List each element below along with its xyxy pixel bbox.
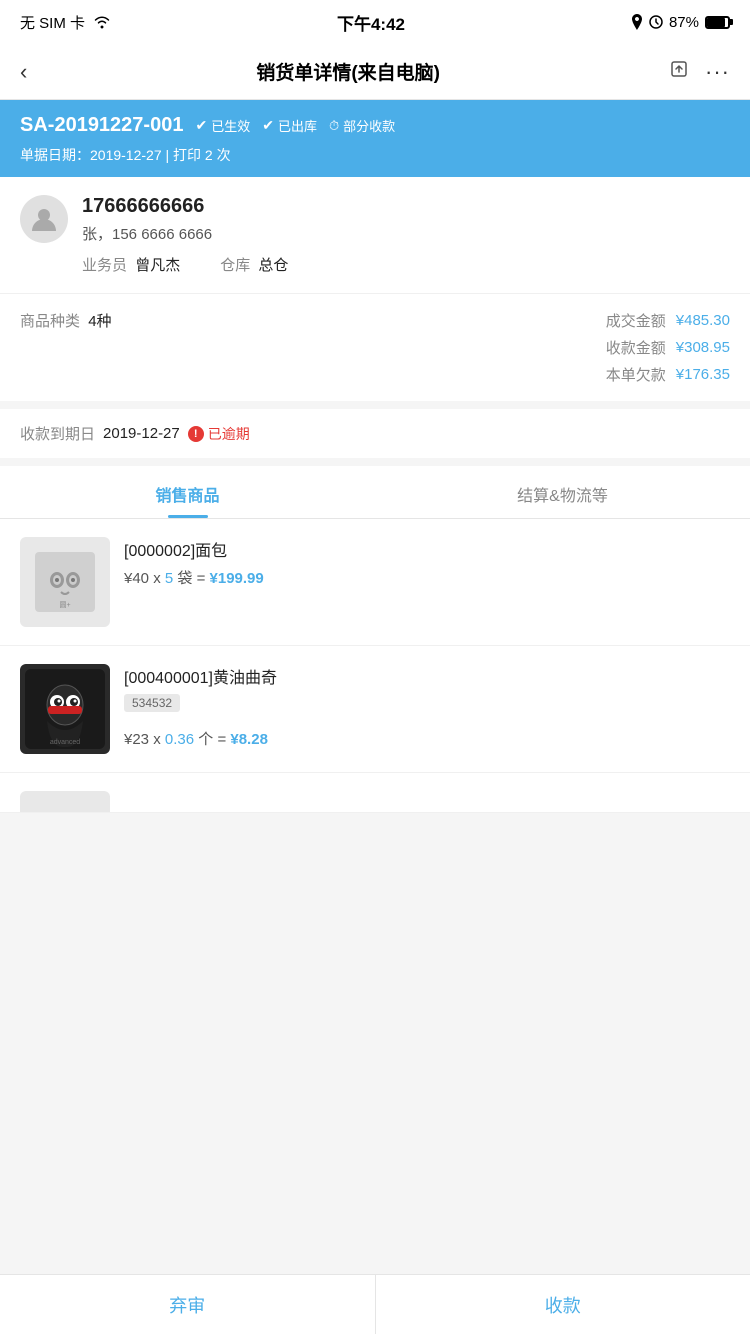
product-sku: 534532 [124, 694, 180, 712]
product-price-1: ¥40 x 5 袋 = ¥199.99 [124, 567, 730, 588]
more-icon[interactable]: ··· [705, 59, 730, 85]
bottom-bar: 弃审 收款 [0, 1274, 750, 1334]
status-bar: 无 SIM 卡 下午4:42 87% [0, 0, 750, 44]
product-details-1: [0000002]面包 ¥40 x 5 袋 = ¥199.99 [124, 537, 730, 588]
battery-icon [705, 16, 730, 29]
warehouse-meta: 仓库 总仓 [220, 254, 288, 275]
product-item: advanced [000400001]黄油曲奇 534532 ¥23 x 0.… [0, 646, 750, 773]
nav-right: ··· [669, 59, 730, 85]
overdue-dot-icon: ! [188, 426, 204, 442]
status-left: 无 SIM 卡 [20, 12, 111, 33]
status-right: 87% [631, 14, 730, 31]
customer-meta: 业务员 曾凡杰 仓库 总仓 [82, 254, 730, 275]
carrier-label: 无 SIM 卡 [20, 12, 85, 33]
product-price-2: ¥23 x 0.36 个 = ¥8.28 [124, 728, 730, 749]
product-item: 圆+ [0000002]面包 ¥40 x 5 袋 = ¥199.99 [0, 519, 750, 646]
debt-amount-row: 本单欠款 ¥176.35 [606, 364, 730, 385]
nav-left: ‹ [20, 59, 27, 85]
customer-info: 17666666666 张，156 6666 6666 业务员 曾凡杰 仓库 总… [82, 195, 730, 275]
sales-meta: 业务员 曾凡杰 [82, 254, 180, 275]
product-name-2: [000400001]黄油曲奇 [124, 664, 730, 688]
amount-summary: 成交金额 ¥485.30 收款金额 ¥308.95 本单欠款 ¥176.35 [606, 310, 730, 385]
tab-settlement[interactable]: 结算&物流等 [375, 466, 750, 518]
product-item [0, 773, 750, 813]
product-thumb-1: 圆+ [20, 537, 110, 627]
overdue-badge: ! 已逾期 [188, 424, 250, 444]
banner-date: 单据日期：2019-12-27 | 打印 2 次 [20, 145, 730, 165]
cancel-button[interactable]: 弃审 [0, 1275, 376, 1334]
product-list: 圆+ [0000002]面包 ¥40 x 5 袋 = ¥199.99 [0, 519, 750, 813]
badge-partial: ⏱ 部分收款 [329, 116, 395, 135]
customer-avatar [20, 195, 68, 243]
header-banner: SA-20191227-001 ✔ 已生效 ✔ 已出库 ⏱ 部分收款 单据日期：… [0, 100, 750, 177]
deal-amount-row: 成交金额 ¥485.30 [606, 310, 730, 331]
wifi-icon [93, 15, 111, 29]
nav-bar: ‹ 销货单详情(来自电脑) ··· [0, 44, 750, 100]
order-id: SA-20191227-001 [20, 114, 183, 137]
product-name-1: [0000002]面包 [124, 537, 730, 561]
badge-shipped: ✔ 已出库 [262, 116, 317, 135]
due-section: 收款到期日 2019-12-27 ! 已逾期 [0, 409, 750, 466]
svg-text:advanced: advanced [50, 739, 80, 746]
back-button[interactable]: ‹ [20, 59, 27, 85]
battery-label: 87% [669, 14, 699, 31]
clock-icon [649, 15, 663, 29]
check-icon-1: ✔ [195, 117, 207, 134]
svg-text:圆+: 圆+ [59, 601, 70, 609]
tab-products[interactable]: 销售商品 [0, 466, 375, 518]
customer-section: 17666666666 张，156 6666 6666 业务员 曾凡杰 仓库 总… [0, 177, 750, 294]
banner-top: SA-20191227-001 ✔ 已生效 ✔ 已出库 ⏱ 部分收款 [20, 114, 730, 137]
check-icon-2: ✔ [262, 117, 274, 134]
product-details-2: [000400001]黄油曲奇 534532 ¥23 x 0.36 个 = ¥8… [124, 664, 730, 749]
clock-badge-icon: ⏱ [329, 118, 339, 134]
customer-phone: 张，156 6666 6666 [82, 223, 730, 244]
product-thumb-2: advanced [20, 664, 110, 754]
tabs: 销售商品 结算&物流等 [0, 466, 750, 519]
confirm-button[interactable]: 收款 [376, 1275, 750, 1334]
share-icon[interactable] [669, 59, 689, 85]
receipt-amount-row: 收款金额 ¥308.95 [606, 337, 730, 358]
location-icon [631, 14, 643, 30]
badge-active: ✔ 已生效 [195, 116, 250, 135]
product-type: 商品种类 4种 [20, 310, 112, 385]
page-title: 销货单详情(来自电脑) [256, 58, 440, 85]
status-time: 下午4:42 [337, 10, 405, 35]
summary-section: 商品种类 4种 成交金额 ¥485.30 收款金额 ¥308.95 本单欠款 ¥… [0, 294, 750, 409]
product-thumb-3 [20, 791, 110, 813]
customer-id: 17666666666 [82, 195, 730, 218]
